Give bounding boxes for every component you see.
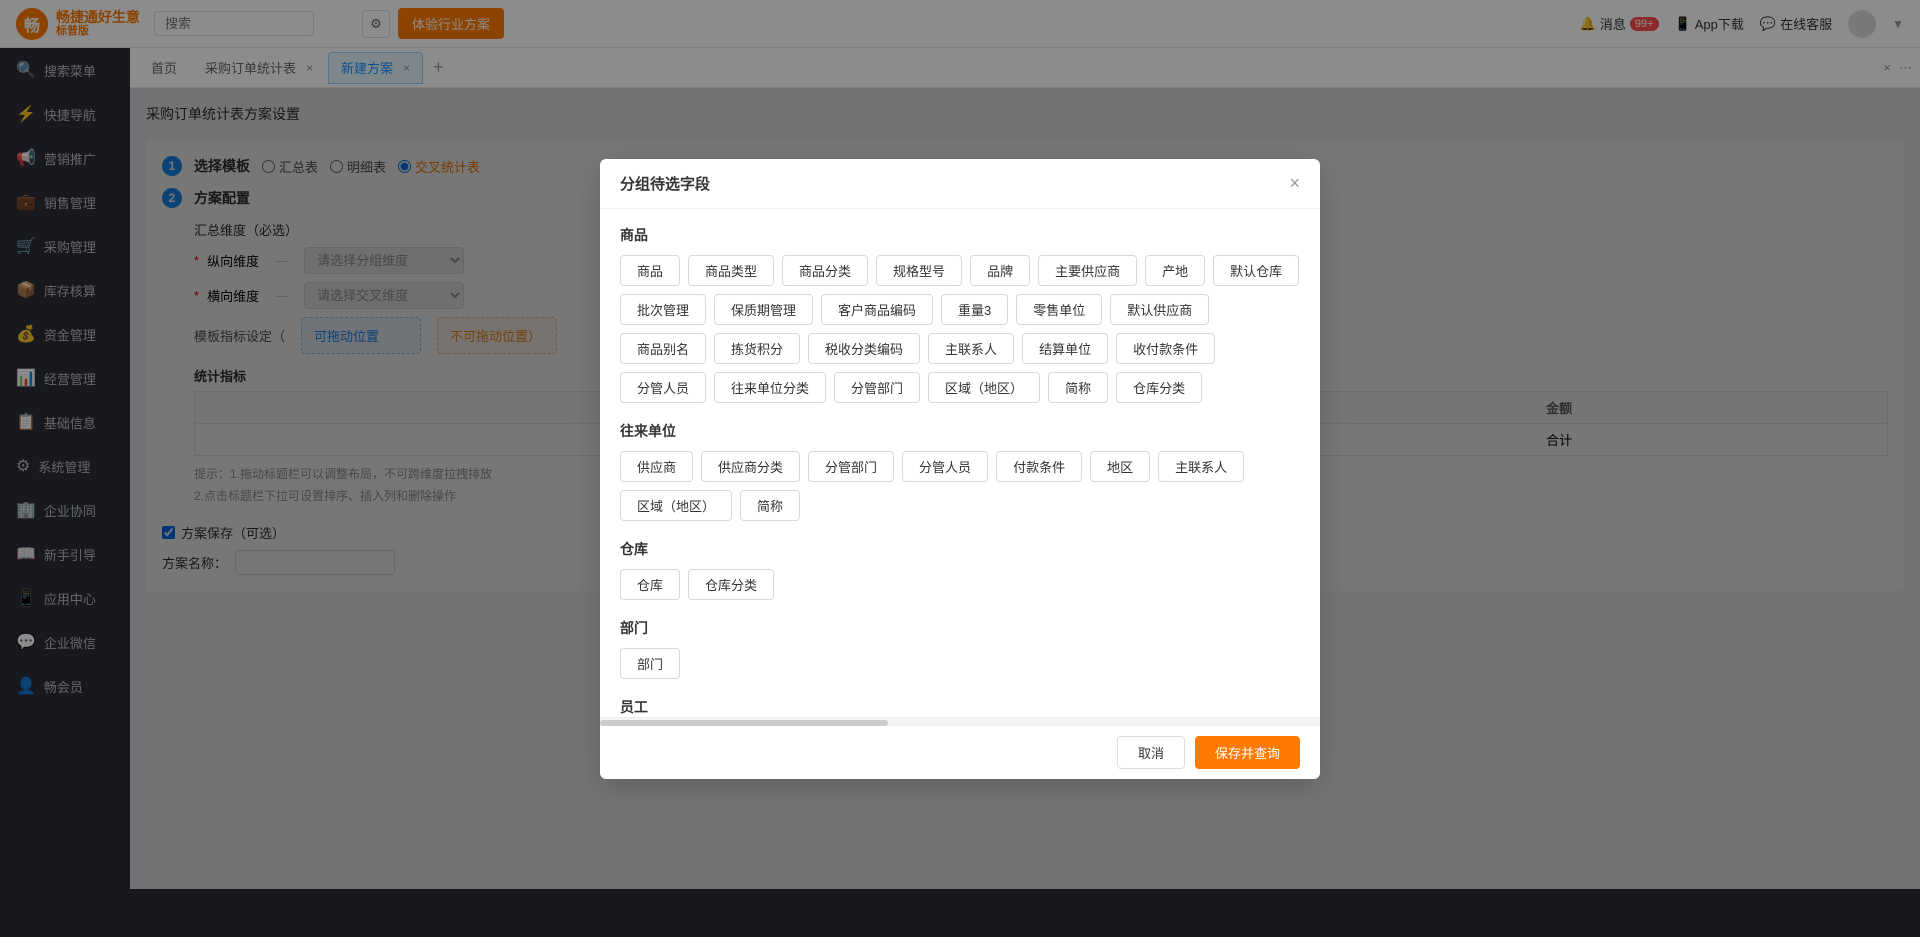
chip-partner-2[interactable]: 分管部门	[808, 451, 894, 482]
modal-footer: 取消 保存并查询	[600, 725, 1320, 779]
chip-product-19[interactable]: 收付款条件	[1116, 333, 1215, 364]
chip-warehouse-0[interactable]: 仓库	[620, 569, 680, 600]
section-warehouse-title: 仓库	[620, 539, 1300, 559]
chip-product-16[interactable]: 税收分类编码	[808, 333, 920, 364]
chip-partner-1[interactable]: 供应商分类	[701, 451, 800, 482]
chip-partner-6[interactable]: 主联系人	[1158, 451, 1244, 482]
section-partner-title: 往来单位	[620, 421, 1300, 441]
chip-product-3[interactable]: 规格型号	[876, 255, 962, 286]
modal-header: 分组待选字段 ×	[600, 159, 1320, 209]
chip-product-13[interactable]: 默认供应商	[1110, 294, 1209, 325]
chip-product-14[interactable]: 商品别名	[620, 333, 706, 364]
modal-overlay: 分组待选字段 × 商品 商品 商品类型 商品分类 规格型号 品牌 主要供应商 产…	[0, 0, 1920, 937]
section-staff-title: 员工	[620, 697, 1300, 717]
modal-save-button[interactable]: 保存并查询	[1195, 736, 1300, 769]
section-product-chips: 商品 商品类型 商品分类 规格型号 品牌 主要供应商 产地 默认仓库 批次管理 …	[620, 255, 1300, 403]
chip-product-20[interactable]: 分管人员	[620, 372, 706, 403]
section-department-chips: 部门	[620, 648, 1300, 679]
chip-partner-8[interactable]: 简称	[740, 490, 800, 521]
chip-product-10[interactable]: 客户商品编码	[821, 294, 933, 325]
chip-product-5[interactable]: 主要供应商	[1038, 255, 1137, 286]
chip-product-9[interactable]: 保质期管理	[714, 294, 813, 325]
chip-partner-5[interactable]: 地区	[1090, 451, 1150, 482]
modal-dialog: 分组待选字段 × 商品 商品 商品类型 商品分类 规格型号 品牌 主要供应商 产…	[600, 159, 1320, 779]
chip-product-18[interactable]: 结算单位	[1022, 333, 1108, 364]
chip-product-2[interactable]: 商品分类	[782, 255, 868, 286]
chip-partner-3[interactable]: 分管人员	[902, 451, 988, 482]
chip-product-23[interactable]: 区域（地区）	[928, 372, 1040, 403]
chip-department-0[interactable]: 部门	[620, 648, 680, 679]
section-department: 部门 部门	[620, 618, 1300, 679]
chip-product-8[interactable]: 批次管理	[620, 294, 706, 325]
modal-horizontal-scrollbar[interactable]	[600, 717, 1320, 725]
chip-partner-0[interactable]: 供应商	[620, 451, 693, 482]
section-product: 商品 商品 商品类型 商品分类 规格型号 品牌 主要供应商 产地 默认仓库 批次…	[620, 225, 1300, 403]
section-partner: 往来单位 供应商 供应商分类 分管部门 分管人员 付款条件 地区 主联系人 区域…	[620, 421, 1300, 521]
modal-hscroll-thumb	[600, 720, 888, 726]
chip-product-1[interactable]: 商品类型	[688, 255, 774, 286]
chip-product-11[interactable]: 重量3	[941, 294, 1008, 325]
chip-product-22[interactable]: 分管部门	[834, 372, 920, 403]
chip-partner-7[interactable]: 区域（地区）	[620, 490, 732, 521]
chip-product-0[interactable]: 商品	[620, 255, 680, 286]
modal-close-button[interactable]: ×	[1289, 173, 1300, 194]
chip-product-24[interactable]: 简称	[1048, 372, 1108, 403]
section-warehouse: 仓库 仓库 仓库分类	[620, 539, 1300, 600]
modal-body[interactable]: 商品 商品 商品类型 商品分类 规格型号 品牌 主要供应商 产地 默认仓库 批次…	[600, 209, 1320, 717]
chip-partner-4[interactable]: 付款条件	[996, 451, 1082, 482]
modal-cancel-button[interactable]: 取消	[1117, 736, 1185, 769]
chip-product-21[interactable]: 往来单位分类	[714, 372, 826, 403]
section-product-title: 商品	[620, 225, 1300, 245]
section-warehouse-chips: 仓库 仓库分类	[620, 569, 1300, 600]
chip-product-6[interactable]: 产地	[1145, 255, 1205, 286]
chip-product-15[interactable]: 拣货积分	[714, 333, 800, 364]
chip-warehouse-1[interactable]: 仓库分类	[688, 569, 774, 600]
chip-product-25[interactable]: 仓库分类	[1116, 372, 1202, 403]
chip-product-7[interactable]: 默认仓库	[1213, 255, 1299, 286]
chip-product-4[interactable]: 品牌	[970, 255, 1030, 286]
chip-product-12[interactable]: 零售单位	[1016, 294, 1102, 325]
section-department-title: 部门	[620, 618, 1300, 638]
modal-title: 分组待选字段	[620, 173, 710, 194]
section-staff: 员工 业务员	[620, 697, 1300, 717]
section-partner-chips: 供应商 供应商分类 分管部门 分管人员 付款条件 地区 主联系人 区域（地区） …	[620, 451, 1300, 521]
chip-product-17[interactable]: 主联系人	[928, 333, 1014, 364]
